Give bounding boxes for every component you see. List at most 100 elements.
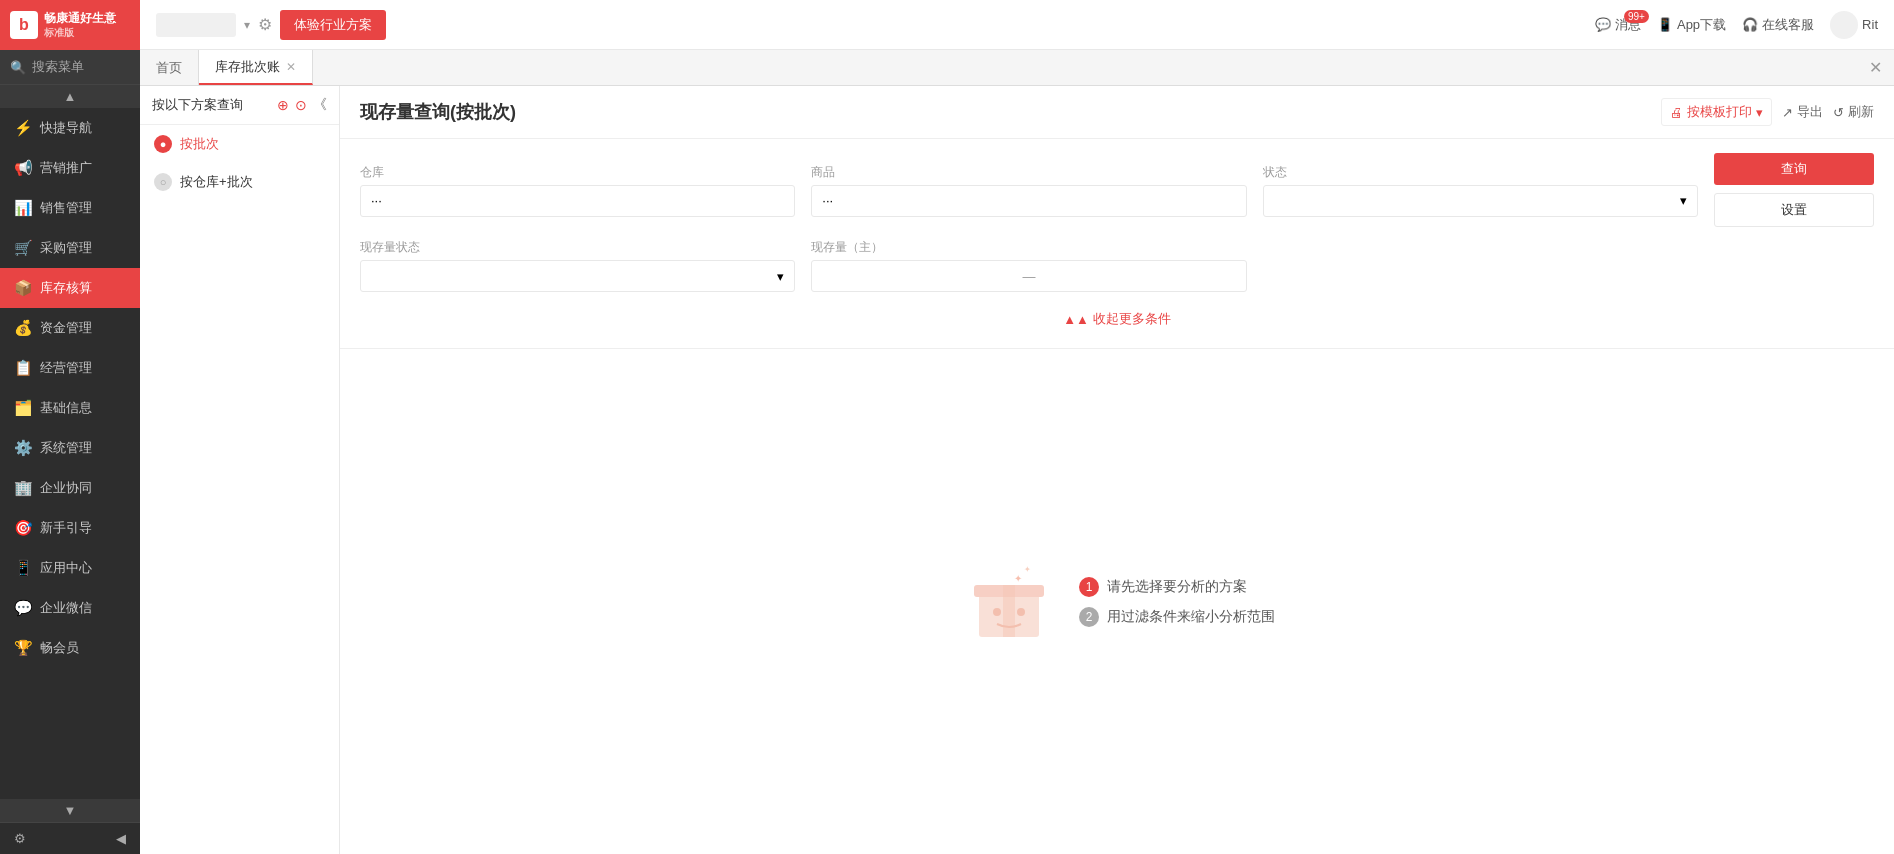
sidebar-item-inventory[interactable]: 📦 库存核算 <box>0 268 140 308</box>
refresh-btn[interactable]: ↺ 刷新 <box>1833 103 1874 121</box>
left-panel: 按以下方案查询 ⊕ ⊙ 《 ● 按批次 ○ 按仓库+批次 <box>140 86 340 854</box>
filter-row-1: 仓库 ··· 商品 ··· 状态 <box>360 153 1874 227</box>
inventory-status-dropdown-icon: ▾ <box>777 269 784 284</box>
tab-batch[interactable]: 库存批次账 ✕ <box>199 50 313 85</box>
topbar-left: ▾ ⚙ 体验行业方案 <box>156 10 1585 40</box>
empty-state-content: ✦ ✦ 1 请先选择要分析的方案 <box>959 552 1275 652</box>
query-btn[interactable]: 查询 <box>1714 153 1874 185</box>
tip-1-num: 1 <box>1079 577 1099 597</box>
refresh-icon: ↺ <box>1833 105 1844 120</box>
inventory-status-filter: 现存量状态 ▾ <box>360 239 795 292</box>
search-icon: 🔍 <box>10 60 26 75</box>
empty-tip-1: 1 请先选择要分析的方案 <box>1079 577 1275 597</box>
svg-rect-2 <box>1003 585 1015 637</box>
sidebar-search[interactable]: 🔍 搜索菜单 <box>0 50 140 85</box>
product-label: 商品 <box>811 164 1246 181</box>
messages-btn[interactable]: 💬 消息 99+ <box>1595 16 1641 34</box>
collapse-conditions-btn[interactable]: ▲▲ 收起更多条件 <box>360 304 1874 334</box>
empty-tips: 1 请先选择要分析的方案 2 用过滤条件来缩小分析范围 <box>1079 577 1275 627</box>
content-area: 按以下方案查询 ⊕ ⊙ 《 ● 按批次 ○ 按仓库+批次 现存量查询(按批次) <box>140 86 1894 854</box>
collapse-panel-icon[interactable]: 《 <box>313 96 327 114</box>
sidebar-nav: ⚡ 快捷导航 📢 营销推广 📊 销售管理 🛒 采购管理 📦 库存核算 💰 资金管… <box>0 108 140 799</box>
enterprise-icon: 🏢 <box>14 479 32 497</box>
operation-icon: 📋 <box>14 359 32 377</box>
status-select[interactable]: ▾ <box>1263 185 1698 217</box>
topbar-right: 💬 消息 99+ 📱 App下载 🎧 在线客服 Rit <box>1595 11 1878 39</box>
marketing-icon: 📢 <box>14 159 32 177</box>
sales-icon: 📊 <box>14 199 32 217</box>
sidebar-item-sales[interactable]: 📊 销售管理 <box>0 188 140 228</box>
sidebar-item-finance[interactable]: 💰 资金管理 <box>0 308 140 348</box>
add-scheme-icon[interactable]: ⊕ <box>277 97 289 113</box>
quantity-filter: 现存量（主） — <box>811 239 1246 292</box>
svg-point-6 <box>1017 608 1025 616</box>
sidebar-item-operation[interactable]: 📋 经营管理 <box>0 348 140 388</box>
quantity-label: 现存量（主） <box>811 239 1246 256</box>
page-header: 现存量查询(按批次) 🖨 按模板打印 ▾ ↗ 导出 ↺ 刷新 <box>340 86 1894 139</box>
svg-point-5 <box>993 608 1001 616</box>
sidebar-item-system[interactable]: ⚙️ 系统管理 <box>0 428 140 468</box>
collapse-icon[interactable]: ◀ <box>116 831 126 846</box>
sidebar-item-basic[interactable]: 🗂️ 基础信息 <box>0 388 140 428</box>
sidebar-item-shortcut[interactable]: ⚡ 快捷导航 <box>0 108 140 148</box>
sidebar: b 畅康通好生意 标准版 🔍 搜索菜单 ▲ ⚡ 快捷导航 📢 营销推广 📊 销售… <box>0 0 140 854</box>
range-dash: — <box>1022 269 1035 284</box>
warehouse-label: 仓库 <box>360 164 795 181</box>
setting-btn[interactable]: 设置 <box>1714 193 1874 227</box>
sidebar-item-member[interactable]: 🏆 畅会员 <box>0 628 140 668</box>
print-dropdown-icon[interactable]: ▾ <box>1756 105 1763 120</box>
sidebar-scroll-down[interactable]: ▼ <box>0 799 140 822</box>
topbar: ▾ ⚙ 体验行业方案 💬 消息 99+ 📱 App下载 🎧 在线客服 Rit <box>140 0 1894 50</box>
sidebar-scroll-up[interactable]: ▲ <box>0 85 140 108</box>
dropdown-arrow-icon[interactable]: ▾ <box>244 18 250 32</box>
sidebar-item-apps[interactable]: 📱 应用中心 <box>0 548 140 588</box>
tab-bar-close-icon[interactable]: ✕ <box>1857 58 1894 77</box>
sidebar-item-purchase[interactable]: 🛒 采购管理 <box>0 228 140 268</box>
product-input[interactable]: ··· <box>811 185 1246 217</box>
warehouse-filter: 仓库 ··· <box>360 164 795 217</box>
collapse-up-icon: ▲▲ <box>1063 312 1089 327</box>
settings-scheme-icon[interactable]: ⊙ <box>295 97 307 113</box>
scheme-item-warehouse-batch[interactable]: ○ 按仓库+批次 <box>140 163 339 201</box>
print-icon: 🖨 <box>1670 105 1683 120</box>
quantity-from-input[interactable] <box>822 269 882 284</box>
svg-text:✦: ✦ <box>1014 573 1022 584</box>
tab-home[interactable]: 首页 <box>140 50 199 85</box>
user-avatar-btn[interactable]: Rit <box>1830 11 1878 39</box>
online-support-btn[interactable]: 🎧 在线客服 <box>1742 16 1814 34</box>
basic-icon: 🗂️ <box>14 399 32 417</box>
trial-btn[interactable]: 体验行业方案 <box>280 10 386 40</box>
quantity-to-input[interactable] <box>1176 269 1236 284</box>
app-icon: 📱 <box>1657 17 1673 32</box>
empty-illustration: ✦ ✦ <box>959 552 1059 652</box>
tip-2-num: 2 <box>1079 607 1099 627</box>
left-panel-actions: ⊕ ⊙ 《 <box>277 96 327 114</box>
inventory-icon: 📦 <box>14 279 32 297</box>
sidebar-item-enterprise[interactable]: 🏢 企业协同 <box>0 468 140 508</box>
tab-close-icon[interactable]: ✕ <box>286 60 296 74</box>
system-icon: ⚙️ <box>14 439 32 457</box>
breadcrumb <box>156 13 236 37</box>
app-download-btn[interactable]: 📱 App下载 <box>1657 16 1726 34</box>
sidebar-item-guide[interactable]: 🎯 新手引导 <box>0 508 140 548</box>
settings-icon[interactable]: ⚙ <box>14 831 26 846</box>
print-btn[interactable]: 🖨 按模板打印 ▾ <box>1661 98 1772 126</box>
filter-section: 仓库 ··· 商品 ··· 状态 <box>340 139 1894 349</box>
main-area: ▾ ⚙ 体验行业方案 💬 消息 99+ 📱 App下载 🎧 在线客服 Rit <box>140 0 1894 854</box>
sidebar-item-wechat[interactable]: 💬 企业微信 <box>0 588 140 628</box>
warehouse-input[interactable]: ··· <box>360 185 795 217</box>
avatar <box>1830 11 1858 39</box>
headset-icon: 🎧 <box>1742 17 1758 32</box>
finance-icon: 💰 <box>14 319 32 337</box>
export-btn[interactable]: ↗ 导出 <box>1782 103 1823 121</box>
app-logo: b <box>10 11 38 39</box>
sidebar-item-marketing[interactable]: 📢 营销推广 <box>0 148 140 188</box>
svg-text:✦: ✦ <box>1024 565 1031 574</box>
topbar-gear-icon[interactable]: ⚙ <box>258 15 272 34</box>
page-title: 现存量查询(按批次) <box>360 100 516 124</box>
app-name-text: 畅康通好生意 标准版 <box>44 11 116 40</box>
inventory-status-select[interactable]: ▾ <box>360 260 795 292</box>
status-filter: 状态 ▾ <box>1263 164 1698 217</box>
scheme-item-batch[interactable]: ● 按批次 <box>140 125 339 163</box>
member-icon: 🏆 <box>14 639 32 657</box>
